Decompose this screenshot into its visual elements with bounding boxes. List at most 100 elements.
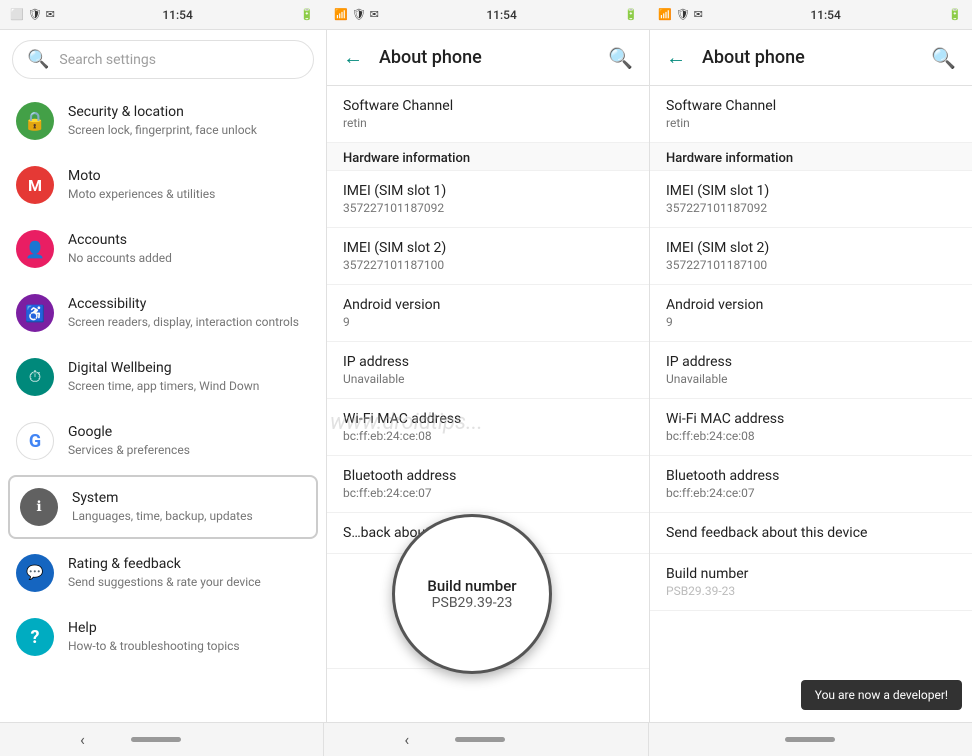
moto-icon: M xyxy=(16,166,54,204)
nav-section-left: ‹ xyxy=(0,723,324,756)
search-placeholder: Search settings xyxy=(59,52,156,68)
about-r-android-title: Android version xyxy=(666,297,956,313)
sidebar-item-security[interactable]: 🔒 Security & location Screen lock, finge… xyxy=(0,89,326,153)
about-item-build[interactable]: Build number PSB29.39-23 Build number PS… xyxy=(327,554,649,669)
sidebar-item-accessibility[interactable]: ♿ Accessibility Screen readers, display,… xyxy=(0,281,326,345)
sidebar-item-rating[interactable]: 💬 Rating & feedback Send suggestions & r… xyxy=(0,541,326,605)
about-item-r-feedback[interactable]: Send feedback about this device xyxy=(650,513,972,554)
accessibility-icon: ♿ xyxy=(16,294,54,332)
system-text: System Languages, time, backup, updates xyxy=(72,489,306,525)
sidebar-item-help[interactable]: ? Help How-to & troubleshooting topics xyxy=(0,605,326,669)
about-item-r-imei1[interactable]: IMEI (SIM slot 1) 357227101187092 xyxy=(650,171,972,228)
about-item-r-ip[interactable]: IP address Unavailable xyxy=(650,342,972,399)
about-software-channel-subtitle: retin xyxy=(343,116,633,130)
accounts-text: Accounts No accounts added xyxy=(68,231,310,267)
sidebar-item-accounts[interactable]: 👤 Accounts No accounts added xyxy=(0,217,326,281)
back-arrow-middle[interactable]: ← xyxy=(343,45,363,70)
rating-title: Rating & feedback xyxy=(68,555,310,573)
security-text: Security & location Screen lock, fingerp… xyxy=(68,103,310,139)
about-r-wifi-title: Wi-Fi MAC address xyxy=(666,411,956,427)
message-icon-right: ✉ xyxy=(694,8,703,21)
about-r-build-value: PSB29.39-23 xyxy=(666,584,956,598)
search-icon-middle[interactable]: 🔍 xyxy=(608,46,633,70)
about-item-ip[interactable]: IP address Unavailable xyxy=(327,342,649,399)
r-hardware-label: Hardware information xyxy=(666,151,793,166)
status-bar-right: 📶 🛡 ✉ 11:54 🔋 xyxy=(648,8,972,22)
google-icon: G xyxy=(16,422,54,460)
message-icon: ✉ xyxy=(46,8,55,21)
main-layout: www.droidtips... 🔍 Search settings 🔒 Sec… xyxy=(0,30,972,722)
sidebar-item-wellbeing[interactable]: ⏱ Digital Wellbeing Screen time, app tim… xyxy=(0,345,326,409)
nav-section-right xyxy=(649,723,972,756)
about-item-hardware-info-header: Hardware information xyxy=(327,143,649,171)
moto-subtitle: Moto experiences & utilities xyxy=(68,187,310,203)
about-item-r-build[interactable]: Build number PSB29.39-23 xyxy=(650,554,972,611)
about-android-title: Android version xyxy=(343,297,633,313)
about-r-imei1-title: IMEI (SIM slot 1) xyxy=(666,183,956,199)
search-icon-right[interactable]: 🔍 xyxy=(931,46,956,70)
nav-pill-right[interactable] xyxy=(785,737,835,742)
nav-pill-middle[interactable] xyxy=(455,737,505,742)
about-item-r-wifi[interactable]: Wi-Fi MAC address bc:ff:eb:24:ce:08 xyxy=(650,399,972,456)
about-item-android-version[interactable]: Android version 9 xyxy=(327,285,649,342)
status-time-right: 11:54 xyxy=(810,8,840,22)
about-panel-right: ← About phone 🔍 Software Channel retin H… xyxy=(650,30,972,722)
about-software-channel-title: Software Channel xyxy=(343,98,633,114)
about-item-r-software[interactable]: Software Channel retin xyxy=(650,86,972,143)
about-r-build-title: Build number xyxy=(666,566,956,582)
moto-title: Moto xyxy=(68,167,310,185)
about-panel-middle-header: ← About phone 🔍 xyxy=(327,30,649,86)
accounts-icon: 👤 xyxy=(16,230,54,268)
nav-section-middle: ‹ xyxy=(324,723,648,756)
help-text: Help How-to & troubleshooting topics xyxy=(68,619,310,655)
nav-pill-left[interactable] xyxy=(131,737,181,742)
status-time-mid: 11:54 xyxy=(486,8,516,22)
about-r-android-subtitle: 9 xyxy=(666,315,956,329)
nav-back-middle[interactable]: ‹ xyxy=(404,730,409,749)
about-item-r-imei2[interactable]: IMEI (SIM slot 2) 357227101187100 xyxy=(650,228,972,285)
search-icon: 🔍 xyxy=(27,49,49,70)
accessibility-title: Accessibility xyxy=(68,295,310,313)
shield-icon-right: 🛡 xyxy=(676,8,690,21)
message-icon-mid: ✉ xyxy=(370,8,379,21)
about-item-r-android[interactable]: Android version 9 xyxy=(650,285,972,342)
about-item-software-channel[interactable]: Software Channel retin xyxy=(327,86,649,143)
search-bar[interactable]: 🔍 Search settings xyxy=(12,40,314,79)
settings-list: 🔒 Security & location Screen lock, finge… xyxy=(0,89,326,722)
status-icons-middle: 📶 🛡 ✉ xyxy=(334,8,379,21)
about-wifi-subtitle: bc:ff:eb:24:ce:08 xyxy=(343,429,633,443)
about-r-feedback-title: Send feedback about this device xyxy=(666,525,956,541)
toast-notification: You are now a developer! xyxy=(801,680,962,710)
about-item-imei2[interactable]: IMEI (SIM slot 2) 357227101187100 xyxy=(327,228,649,285)
rating-text: Rating & feedback Send suggestions & rat… xyxy=(68,555,310,591)
about-title-middle: About phone xyxy=(379,47,592,68)
about-imei2-title: IMEI (SIM slot 2) xyxy=(343,240,633,256)
accounts-subtitle: No accounts added xyxy=(68,251,310,267)
wellbeing-title: Digital Wellbeing xyxy=(68,359,310,377)
about-item-imei1[interactable]: IMEI (SIM slot 1) 357227101187092 xyxy=(327,171,649,228)
about-r-imei2-subtitle: 357227101187100 xyxy=(666,258,956,272)
about-ip-title: IP address xyxy=(343,354,633,370)
about-ip-subtitle: Unavailable xyxy=(343,372,633,386)
about-item-bluetooth[interactable]: Bluetooth address bc:ff:eb:24:ce:07 xyxy=(327,456,649,513)
about-item-wifi-mac[interactable]: Wi-Fi MAC address bc:ff:eb:24:ce:08 xyxy=(327,399,649,456)
about-r-bluetooth-subtitle: bc:ff:eb:24:ce:07 xyxy=(666,486,956,500)
about-wifi-title: Wi-Fi MAC address xyxy=(343,411,633,427)
nav-back-left[interactable]: ‹ xyxy=(80,730,85,749)
about-title-right: About phone xyxy=(702,47,915,68)
about-r-wifi-subtitle: bc:ff:eb:24:ce:08 xyxy=(666,429,956,443)
shield-icon-mid: 🛡 xyxy=(352,8,366,21)
back-arrow-right[interactable]: ← xyxy=(666,45,686,70)
about-r-imei1-subtitle: 357227101187092 xyxy=(666,201,956,215)
build-circle-label: Build number xyxy=(427,577,516,595)
sidebar-item-moto[interactable]: M Moto Moto experiences & utilities xyxy=(0,153,326,217)
sidebar-item-system[interactable]: ℹ System Languages, time, backup, update… xyxy=(8,475,318,539)
wellbeing-icon: ⏱ xyxy=(16,358,54,396)
about-item-r-bluetooth[interactable]: Bluetooth address bc:ff:eb:24:ce:07 xyxy=(650,456,972,513)
sidebar-item-google[interactable]: G Google Services & preferences xyxy=(0,409,326,473)
battery-icon-mid: 🔋 xyxy=(624,8,638,21)
status-icons-left: ⬜ 🛡 ✉ xyxy=(10,8,55,21)
signal-icon-mid: 📶 xyxy=(334,8,348,21)
accounts-title: Accounts xyxy=(68,231,310,249)
about-r-software-subtitle: retin xyxy=(666,116,956,130)
